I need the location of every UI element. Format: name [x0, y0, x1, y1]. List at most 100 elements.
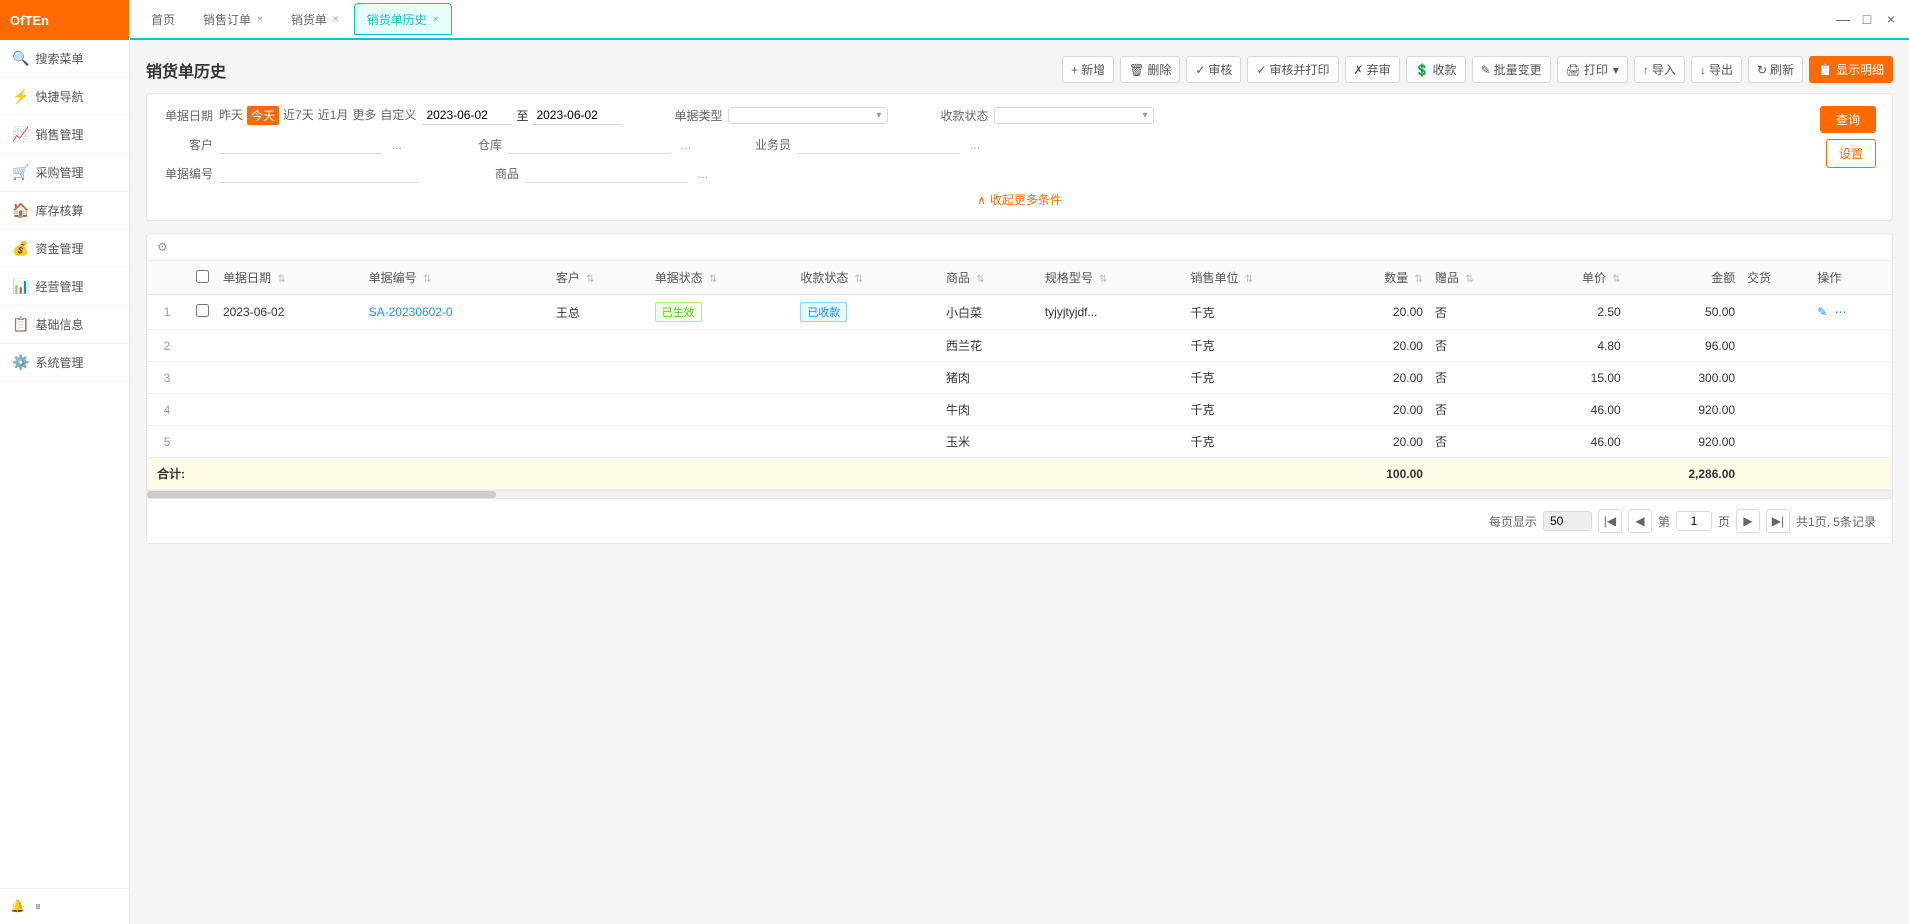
warehouse-input[interactable]: [508, 135, 671, 154]
sidebar-item-sales-mgmt[interactable]: 📈 销售管理: [0, 116, 129, 154]
minimize-btn[interactable]: —: [1833, 9, 1853, 29]
cell-unit-price: 4.80: [1528, 330, 1627, 362]
date-shortcut-custom[interactable]: 自定义: [380, 106, 416, 125]
print-button[interactable]: 🖨 打印 ▾: [1557, 56, 1628, 83]
close-tab-sales-order[interactable]: ×: [257, 14, 263, 25]
cell-doc-date: 2023-06-02: [217, 295, 363, 330]
approve-button[interactable]: ✓ 审核: [1186, 56, 1241, 83]
sort-doc-date-icon: ⇅: [277, 274, 285, 285]
new-button[interactable]: + 新增: [1062, 56, 1114, 83]
first-page-btn[interactable]: |◀: [1598, 509, 1622, 533]
cell-payment-status: 已收款: [794, 295, 940, 330]
prev-page-btn[interactable]: ◀: [1628, 509, 1652, 533]
sidebar-item-quick-nav[interactable]: ⚡ 快捷导航: [0, 78, 129, 116]
content-area: 销货单历史 + 新增 🗑 删除 ✓ 审核 ✓ 审核并打印: [130, 40, 1909, 924]
product-dots-btn[interactable]: ...: [698, 167, 708, 181]
page-number-input[interactable]: [1676, 511, 1712, 531]
sidebar-item-operations[interactable]: 📊 经营管理: [0, 268, 129, 306]
col-gift[interactable]: 赠品 ⇅: [1429, 261, 1528, 295]
col-product[interactable]: 商品 ⇅: [940, 261, 1039, 295]
sidebar-item-basic-info[interactable]: 📋 基础信息: [0, 306, 129, 344]
show-detail-button[interactable]: 📋 显示明细: [1809, 56, 1893, 83]
collect-button[interactable]: 💲 收款: [1406, 56, 1466, 83]
col-customer[interactable]: 客户 ⇅: [550, 261, 649, 295]
sort-unit-icon: ⇅: [1245, 274, 1253, 285]
collapse-filter-btn[interactable]: ∧ 收起更多条件: [163, 191, 1876, 208]
close-window-btn[interactable]: ×: [1881, 9, 1901, 29]
col-unit[interactable]: 销售单位 ⇅: [1184, 261, 1330, 295]
salesperson-dots-btn[interactable]: ...: [970, 138, 980, 152]
batch-change-button[interactable]: ✎ 批量变更: [1472, 56, 1551, 83]
more-action-btn[interactable]: ⋯: [1835, 305, 1847, 319]
salesperson-label: 业务员: [741, 136, 791, 153]
row-checkbox[interactable]: [196, 304, 209, 317]
print-arrow-icon: ▾: [1613, 63, 1619, 77]
col-doc-status[interactable]: 单据状态 ⇅: [649, 261, 795, 295]
sidebar-item-purchase-mgmt[interactable]: 🛒 采购管理: [0, 154, 129, 192]
customer-dots-btn[interactable]: ...: [392, 138, 402, 152]
close-tab-sales-history[interactable]: ×: [433, 14, 439, 25]
settings-button[interactable]: 设置: [1826, 139, 1876, 168]
product-input[interactable]: [525, 164, 688, 183]
payment-status-badge: 已收款: [800, 302, 847, 322]
date-shortcut-more[interactable]: 更多: [352, 106, 376, 125]
filter-salesperson: 业务员 ...: [741, 135, 980, 154]
tab-home[interactable]: 首页: [138, 3, 188, 35]
edit-action-btn[interactable]: ✎: [1817, 305, 1827, 319]
approve-print-button[interactable]: ✓ 审核并打印: [1247, 56, 1338, 83]
tab-sales-history[interactable]: 销货单历史 ×: [354, 3, 452, 35]
filter-payment-status: 收款状态 ▾: [938, 107, 1154, 124]
close-tab-sales-delivery[interactable]: ×: [333, 14, 339, 25]
date-shortcut-7days[interactable]: 近7天: [283, 106, 314, 125]
customer-input[interactable]: [219, 135, 382, 154]
col-quantity[interactable]: 数量 ⇅: [1330, 261, 1429, 295]
maximize-btn[interactable]: □: [1857, 9, 1877, 29]
delete-button[interactable]: 🗑 删除: [1120, 56, 1180, 83]
col-doc-number[interactable]: 单据编号 ⇅: [363, 261, 550, 295]
tab-sales-delivery[interactable]: 销货单 ×: [278, 3, 352, 35]
scrollbar[interactable]: [147, 490, 1892, 498]
summary-row: 合计: 100.00 2,286.00: [147, 458, 1892, 490]
query-button[interactable]: 查询: [1820, 106, 1876, 133]
doc-status-badge: 已生效: [655, 302, 702, 322]
scrollbar-thumb[interactable]: [147, 491, 496, 498]
warehouse-dots-btn[interactable]: ...: [681, 138, 691, 152]
per-page-select[interactable]: 50 100 200: [1543, 511, 1592, 531]
sidebar-item-finance-mgmt[interactable]: 💰 资金管理: [0, 230, 129, 268]
sidebar-bottom-icon2[interactable]: ⏸: [35, 899, 41, 914]
doc-number-link[interactable]: SA-20230602-0: [369, 305, 453, 319]
sidebar-item-inventory[interactable]: 🏠 库存核算: [0, 192, 129, 230]
date-shortcut-1month[interactable]: 近1月: [318, 106, 349, 125]
export-button[interactable]: ↓ 导出: [1691, 56, 1742, 83]
cell-customer: [550, 362, 649, 394]
last-page-btn[interactable]: ▶|: [1766, 509, 1790, 533]
date-from-input[interactable]: [422, 106, 512, 125]
date-to-input[interactable]: [532, 106, 622, 125]
inventory-icon: 🏠: [12, 202, 29, 219]
sidebar-item-search-menu[interactable]: 🔍 搜索菜单: [0, 40, 129, 78]
doc-type-select[interactable]: ▾: [728, 107, 888, 124]
col-payment-status[interactable]: 收款状态 ⇅: [794, 261, 940, 295]
cell-payment-status: [794, 362, 940, 394]
refresh-button[interactable]: ↻ 刷新: [1748, 56, 1803, 83]
cell-unit: 千克: [1184, 295, 1330, 330]
import-button[interactable]: ↑ 导入: [1634, 56, 1685, 83]
sidebar-item-system-mgmt[interactable]: ⚙️ 系统管理: [0, 344, 129, 382]
tab-sales-order[interactable]: 销售订单 ×: [190, 3, 276, 35]
abandon-button[interactable]: ✗ 弃审: [1345, 56, 1400, 83]
date-shortcut-today[interactable]: 今天: [247, 106, 279, 125]
col-doc-date[interactable]: 单据日期 ⇅: [217, 261, 363, 295]
sidebar-bottom-icon1[interactable]: 🔔: [10, 899, 25, 914]
cell-doc-date: [217, 426, 363, 458]
date-shortcut-yesterday[interactable]: 昨天: [219, 106, 243, 125]
select-all-checkbox[interactable]: [196, 270, 209, 283]
col-unit-price[interactable]: 单价 ⇅: [1528, 261, 1627, 295]
doc-number-input[interactable]: [219, 164, 419, 183]
payment-status-select[interactable]: ▾: [994, 107, 1154, 124]
col-spec[interactable]: 规格型号 ⇅: [1039, 261, 1185, 295]
cell-transaction: [1741, 394, 1811, 426]
next-page-btn[interactable]: ▶: [1736, 509, 1760, 533]
cell-checkbox: [187, 295, 217, 330]
table-settings-icon[interactable]: ⚙: [157, 240, 168, 254]
salesperson-input[interactable]: [797, 135, 960, 154]
